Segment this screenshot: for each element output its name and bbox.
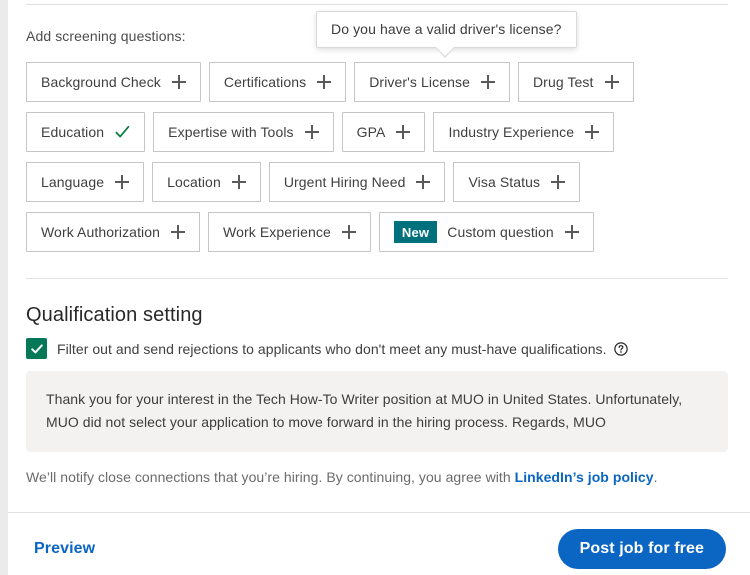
job-post-card: Add screening questions: Background Chec… [8, 0, 750, 512]
rejection-message-text: Thank you for your interest in the Tech … [46, 391, 683, 430]
post-job-for-free-button[interactable]: Post job for free [557, 529, 726, 569]
screening-chip-label: Drug Test [532, 74, 594, 90]
screening-question-chip-list: Background Check Certifications Driver's L… [26, 62, 736, 262]
screening-chip-label: Visa Status [468, 174, 541, 190]
screening-chip-certifications[interactable]: Certifications [208, 62, 347, 102]
qualification-section-divider [26, 278, 728, 279]
screening-chip-drug-test[interactable]: Drug Test [517, 62, 634, 102]
linkedin-job-policy-link[interactable]: LinkedIn’s job policy [515, 469, 654, 485]
plus-icon [604, 75, 619, 89]
qualification-filter-row: Filter out and send rejections to applic… [26, 338, 628, 359]
plus-icon [480, 75, 495, 89]
screening-chip-label: Industry Experience [448, 124, 575, 140]
screening-chip-gpa[interactable]: GPA [341, 112, 426, 152]
screening-chip-label: Location [167, 174, 221, 190]
screening-chip-row: Language Location Urgent Hiring Need Visa S… [26, 162, 736, 204]
screening-chip-label: GPA [356, 124, 386, 140]
screening-chip-label: Work Experience [223, 224, 331, 240]
screening-chip-label: Education [41, 124, 105, 140]
plus-icon [304, 125, 319, 139]
linkedin-job-post-screening-screen: Add screening questions: Background Chec… [0, 0, 750, 575]
screening-chip-label: Language [41, 174, 105, 190]
screening-chip-row: Work Authorization Work Experience New Cust… [26, 212, 736, 254]
plus-icon [171, 225, 186, 239]
hiring-notice: We’ll notify close connections that you’… [26, 469, 658, 485]
screening-chip-background-check[interactable]: Background Check [26, 62, 201, 102]
screening-chip-visa-status[interactable]: Visa Status [453, 162, 581, 202]
plus-icon [171, 75, 186, 89]
tooltip-pointer-icon [435, 46, 455, 56]
screening-chip-urgent-hiring-need[interactable]: Urgent Hiring Need [268, 162, 446, 202]
preview-button[interactable]: Preview [34, 540, 95, 558]
screening-chip-industry-experience[interactable]: Industry Experience [433, 112, 615, 152]
plus-icon [341, 225, 356, 239]
screening-chip-label: Custom question [447, 224, 554, 240]
screening-chip-label: Certifications [223, 74, 307, 90]
plus-icon [551, 175, 566, 189]
screening-chip-work-experience[interactable]: Work Experience [208, 212, 371, 252]
tooltip-text: Do you have a valid driver's license? [331, 21, 562, 37]
screening-chip-custom-question[interactable]: New Custom question [378, 212, 594, 252]
screening-chip-label: Background Check [41, 74, 161, 90]
plus-icon [564, 225, 579, 239]
screening-chip-location[interactable]: Location [152, 162, 261, 202]
screening-chip-row: Education Expertise with Tools GPA Industry… [26, 112, 736, 154]
screening-chip-language[interactable]: Language [26, 162, 145, 202]
plus-icon [231, 175, 246, 189]
action-footer-bar: Preview Post job for free [8, 512, 750, 575]
plus-icon [317, 75, 332, 89]
plus-icon [416, 175, 431, 189]
plus-icon [396, 125, 411, 139]
driver-license-tooltip: Do you have a valid driver's license? [316, 11, 577, 58]
check-icon [115, 125, 130, 139]
new-badge: New [393, 221, 438, 243]
plus-icon [115, 175, 130, 189]
rejection-message-box[interactable]: Thank you for your interest in the Tech … [26, 371, 728, 452]
hiring-notice-text-before: We’ll notify close connections that you’… [26, 469, 515, 485]
screening-chip-label: Work Authorization [41, 224, 161, 240]
filter-rejections-checkbox[interactable] [26, 338, 47, 359]
filter-rejections-label: Filter out and send rejections to applic… [57, 340, 607, 357]
screening-chip-label: Urgent Hiring Need [283, 174, 406, 190]
screening-chip-row: Background Check Certifications Driver's L… [26, 62, 736, 104]
screening-chip-expertise-with-tools[interactable]: Expertise with Tools [153, 112, 334, 152]
question-circle-icon[interactable] [613, 341, 628, 356]
qualification-setting-title: Qualification setting [26, 304, 203, 326]
screening-chip-work-authorization[interactable]: Work Authorization [26, 212, 201, 252]
screening-chip-education[interactable]: Education [26, 112, 146, 152]
plus-icon [585, 125, 600, 139]
top-divider [26, 4, 728, 5]
screening-chip-label: Expertise with Tools [168, 124, 294, 140]
hiring-notice-text-after: . [653, 469, 658, 485]
add-screening-questions-label: Add screening questions: [26, 28, 186, 44]
screening-chip-drivers-license[interactable]: Driver's License [354, 62, 510, 102]
screening-chip-label: Driver's License [369, 74, 470, 90]
